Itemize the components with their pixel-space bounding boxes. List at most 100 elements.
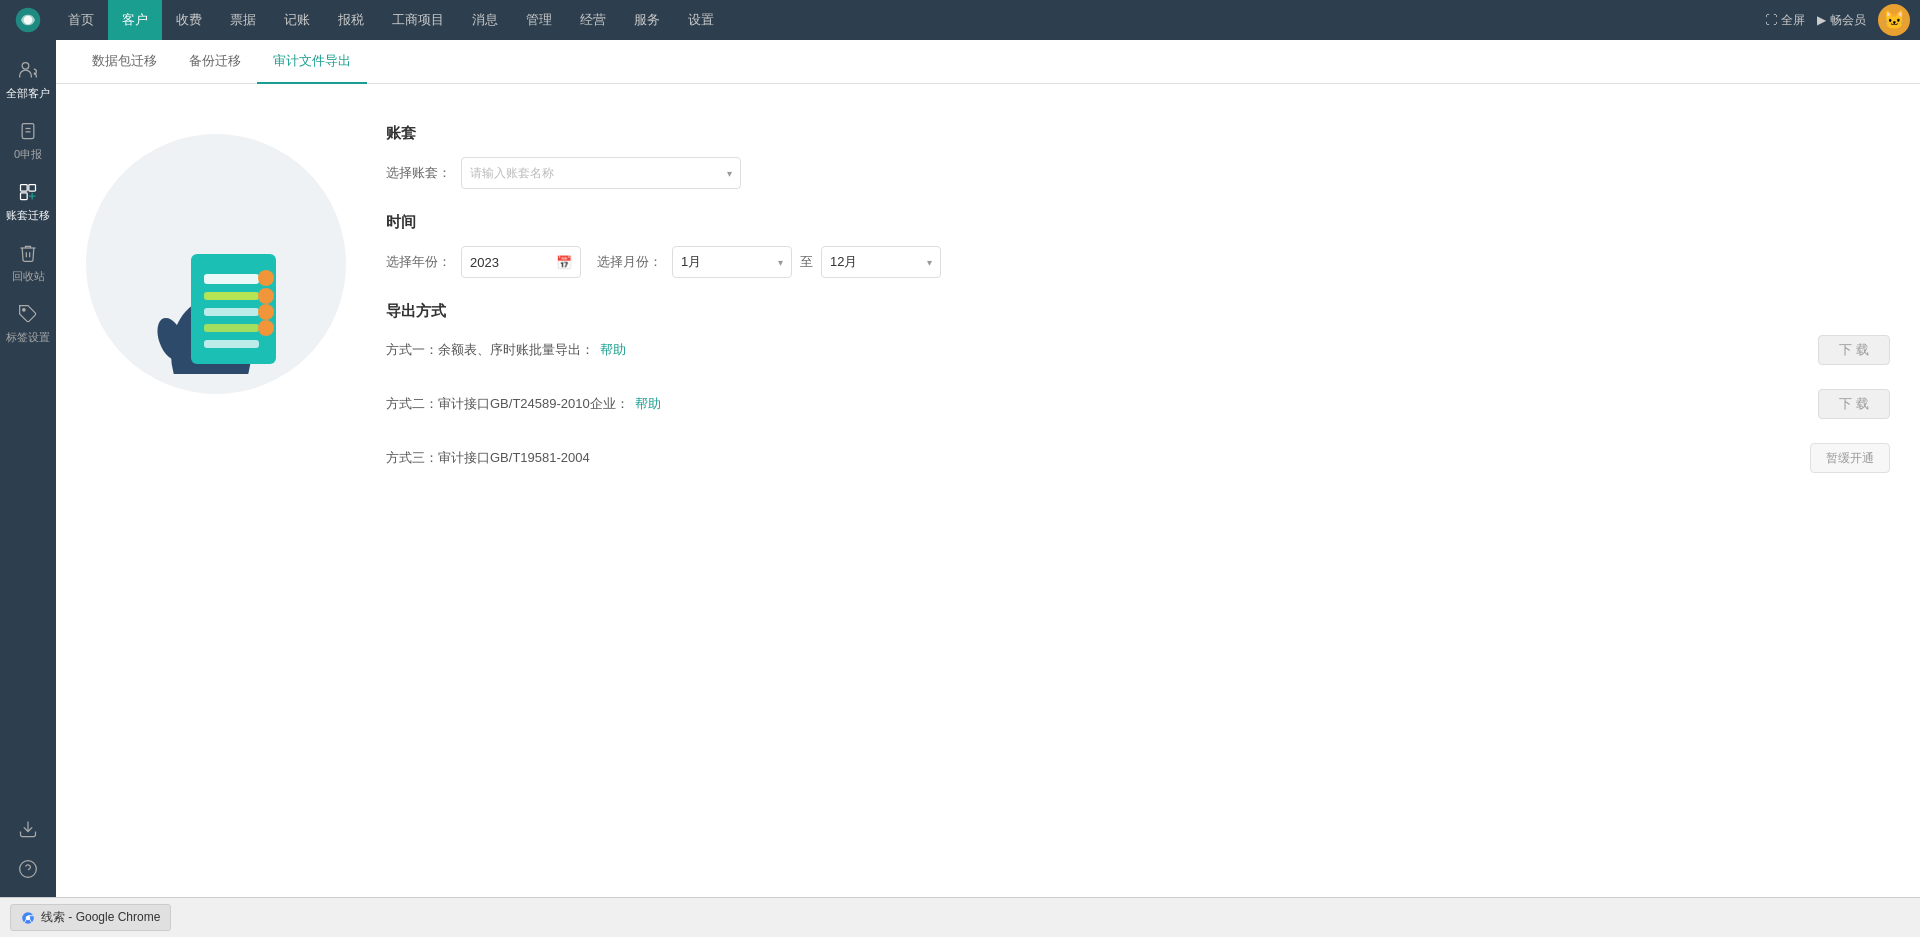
trash-icon <box>18 243 38 265</box>
export-method-2-download-button[interactable]: 下 载 <box>1818 389 1890 419</box>
svg-point-11 <box>20 861 37 878</box>
users-icon <box>18 60 38 82</box>
svg-rect-8 <box>21 193 28 200</box>
top-navigation: 首页 客户 收费 票据 记账 报税 工商项目 消息 管理 经营 服务 设置 ⛶ … <box>0 0 1920 40</box>
nav-tax[interactable]: 报税 <box>324 0 378 40</box>
export-method-1-label-area: 方式一：余额表、序时账批量导出： 帮助 <box>386 341 626 359</box>
illustration-circle <box>86 134 346 394</box>
taskbar-chrome-item[interactable]: 线索 - Google Chrome <box>10 904 171 931</box>
tab-data-migration[interactable]: 数据包迁移 <box>76 40 173 84</box>
account-section-title: 账套 <box>386 124 1890 143</box>
svg-rect-17 <box>204 292 259 300</box>
vip-icon: ▶ <box>1817 13 1826 27</box>
tag-icon <box>18 304 38 326</box>
svg-rect-3 <box>22 124 34 139</box>
year-select-label: 选择年份： <box>386 253 451 271</box>
svg-rect-18 <box>204 308 259 316</box>
export-method-1-help-link[interactable]: 帮助 <box>600 341 626 359</box>
export-method-1-download-button[interactable]: 下 载 <box>1818 335 1890 365</box>
export-method-2-help-link[interactable]: 帮助 <box>635 395 661 413</box>
end-month-value: 12月 <box>830 253 857 271</box>
svg-rect-7 <box>29 185 36 192</box>
export-method-2-row: 方式二：审计接口GB/T24589-2010企业： 帮助 下 载 <box>386 389 1890 419</box>
taskbar-item-label: 线索 - Google Chrome <box>41 909 160 926</box>
nav-settings[interactable]: 设置 <box>674 0 728 40</box>
svg-point-22 <box>258 288 274 304</box>
content-area: 数据包迁移 备份迁移 审计文件导出 <box>56 40 1920 897</box>
illustration-svg <box>116 154 316 374</box>
account-select-dropdown[interactable]: 请输入账套名称 ▾ <box>461 157 741 189</box>
export-method-3-row: 方式三：审计接口GB/T19581-2004 暂缓开通 <box>386 443 1890 473</box>
start-month-chevron-icon: ▾ <box>778 257 783 268</box>
sidebar-item-migration[interactable]: 账套迁移 <box>0 172 56 233</box>
nav-operation[interactable]: 经营 <box>566 0 620 40</box>
nav-invoice[interactable]: 票据 <box>216 0 270 40</box>
sidebar-download-item[interactable] <box>0 811 56 847</box>
month-select-label: 选择月份： <box>597 253 662 271</box>
nav-message[interactable]: 消息 <box>458 0 512 40</box>
account-select-label: 选择账套： <box>386 164 451 182</box>
vip-button[interactable]: ▶ 畅会员 <box>1817 12 1866 29</box>
svg-point-23 <box>258 304 274 320</box>
end-month-chevron-icon: ▾ <box>927 257 932 268</box>
year-value: 2023 <box>470 255 499 270</box>
chrome-icon <box>21 911 35 925</box>
start-month-dropdown[interactable]: 1月 ▾ <box>672 246 792 278</box>
fullscreen-icon: ⛶ <box>1765 13 1777 27</box>
svg-rect-20 <box>204 340 259 348</box>
time-row: 选择年份： 2023 📅 选择月份： 1月 ▾ 至 12月 ▾ <box>386 246 1890 278</box>
migration-icon <box>18 182 38 204</box>
end-month-dropdown[interactable]: 12月 ▾ <box>821 246 941 278</box>
illustration-area <box>86 114 346 867</box>
tab-backup-migration[interactable]: 备份迁移 <box>173 40 257 84</box>
account-select-row: 选择账套： 请输入账套名称 ▾ <box>386 157 1890 189</box>
fullscreen-button[interactable]: ⛶ 全屏 <box>1765 12 1805 29</box>
export-method-1-label: 方式一：余额表、序时账批量导出： <box>386 341 594 359</box>
export-method-3-coming-soon-button: 暂缓开通 <box>1810 443 1890 473</box>
sidebar-item-zero-declare[interactable]: 0申报 <box>0 111 56 172</box>
svg-rect-16 <box>204 274 259 284</box>
tab-bar: 数据包迁移 备份迁移 审计文件导出 <box>56 40 1920 84</box>
app-logo <box>10 2 46 38</box>
sidebar-item-tag-settings[interactable]: 标签设置 <box>0 294 56 355</box>
time-section-title: 时间 <box>386 213 1890 232</box>
account-select-placeholder: 请输入账套名称 <box>470 165 554 182</box>
nav-right-area: ⛶ 全屏 ▶ 畅会员 🐱 <box>1765 4 1910 36</box>
svg-point-1 <box>24 16 33 25</box>
sidebar-bottom <box>0 811 56 897</box>
form-area: 账套 选择账套： 请输入账套名称 ▾ 时间 选择年份： 2023 📅 <box>386 114 1890 867</box>
export-method-3-label: 方式三：审计接口GB/T19581-2004 <box>386 449 590 467</box>
export-method-3-label-area: 方式三：审计接口GB/T19581-2004 <box>386 449 590 467</box>
nav-manage[interactable]: 管理 <box>512 0 566 40</box>
svg-point-2 <box>22 63 29 70</box>
nav-items: 首页 客户 收费 票据 记账 报税 工商项目 消息 管理 经营 服务 设置 <box>54 0 1765 40</box>
nav-service[interactable]: 服务 <box>620 0 674 40</box>
tab-audit-export[interactable]: 审计文件导出 <box>257 40 367 84</box>
sidebar-item-all-customers[interactable]: 全部客户 <box>0 50 56 111</box>
sidebar-item-tag-settings-label: 标签设置 <box>6 330 50 345</box>
user-avatar[interactable]: 🐱 <box>1878 4 1910 36</box>
calendar-icon: 📅 <box>556 255 572 270</box>
nav-business[interactable]: 工商项目 <box>378 0 458 40</box>
page-content: 账套 选择账套： 请输入账套名称 ▾ 时间 选择年份： 2023 📅 <box>56 84 1920 897</box>
svg-rect-6 <box>21 185 28 192</box>
svg-rect-19 <box>204 324 259 332</box>
svg-point-24 <box>258 320 274 336</box>
sidebar-item-zero-declare-label: 0申报 <box>14 147 42 162</box>
export-method-1-row: 方式一：余额表、序时账批量导出： 帮助 下 载 <box>386 335 1890 365</box>
nav-billing[interactable]: 收费 <box>162 0 216 40</box>
export-section-title: 导出方式 <box>386 302 1890 321</box>
sidebar: 全部客户 0申报 账套迁移 <box>0 40 56 897</box>
nav-customer[interactable]: 客户 <box>108 0 162 40</box>
nav-bookkeeping[interactable]: 记账 <box>270 0 324 40</box>
chevron-down-icon: ▾ <box>727 168 732 179</box>
to-label: 至 <box>800 253 813 271</box>
taskbar: 线索 - Google Chrome <box>0 897 1920 937</box>
nav-home[interactable]: 首页 <box>54 0 108 40</box>
export-method-2-label: 方式二：审计接口GB/T24589-2010企业： <box>386 395 629 413</box>
year-select-input[interactable]: 2023 📅 <box>461 246 581 278</box>
document-icon <box>18 121 38 143</box>
sidebar-help-item[interactable] <box>0 851 56 887</box>
sidebar-item-recycle[interactable]: 回收站 <box>0 233 56 294</box>
svg-point-9 <box>23 309 26 312</box>
